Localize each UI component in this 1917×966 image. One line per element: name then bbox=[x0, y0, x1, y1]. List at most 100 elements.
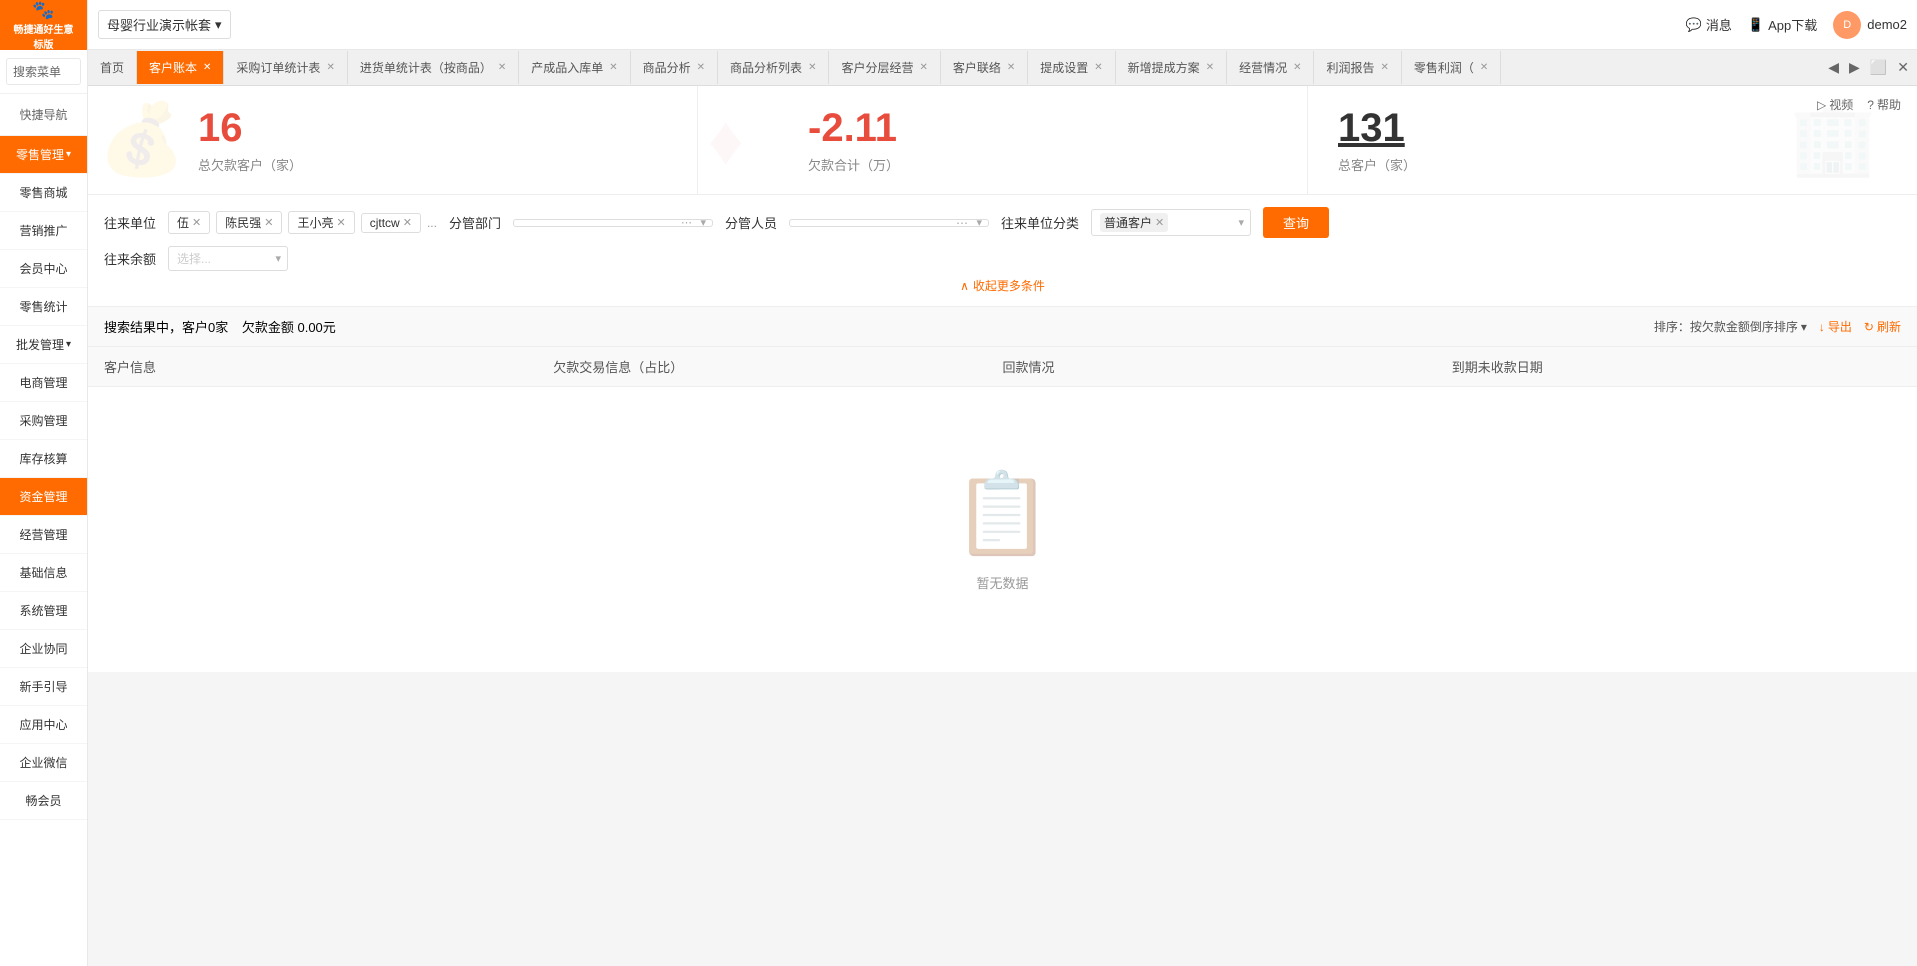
close-icon[interactable]: ✕ bbox=[808, 62, 816, 73]
video-button[interactable]: ▷ 视频 bbox=[1817, 96, 1853, 113]
search-menu-button[interactable]: 搜索菜单 bbox=[6, 58, 81, 85]
col-header-customer: 客户信息 bbox=[104, 357, 553, 376]
sidebar-item-retail-stat[interactable]: 零售统计 bbox=[0, 288, 87, 326]
sidebar-item-wholesale[interactable]: 批发管理 ▾ bbox=[0, 326, 87, 364]
help-button[interactable]: ? 帮助 bbox=[1867, 96, 1901, 113]
sort-button[interactable]: 排序：按欠款金额倒序排序 ▾ bbox=[1654, 318, 1807, 335]
close-icon[interactable]: ✕ bbox=[1381, 62, 1389, 73]
balance-select[interactable]: 选择... ▾ bbox=[168, 246, 288, 271]
category-select[interactable]: 普通客户 ✕ ▾ bbox=[1091, 209, 1251, 236]
logo-title: 畅捷通好生意 bbox=[14, 21, 74, 36]
tab-cost-in[interactable]: 产成品入库单 ✕ bbox=[519, 51, 630, 84]
results-actions: 排序：按欠款金额倒序排序 ▾ ↓ 导出 ↻ 刷新 bbox=[1654, 318, 1901, 335]
tag-close-icon[interactable]: ✕ bbox=[264, 216, 273, 229]
close-icon[interactable]: ✕ bbox=[203, 62, 211, 73]
help-label: 帮助 bbox=[1877, 96, 1901, 113]
dept-select[interactable]: ▾ ⋯ bbox=[513, 219, 713, 227]
close-icon[interactable]: ✕ bbox=[326, 62, 334, 73]
close-icon[interactable]: ✕ bbox=[1094, 62, 1102, 73]
sidebar-search-area[interactable]: 搜索菜单 bbox=[0, 50, 87, 94]
tab-customer-book[interactable]: 客户账本 ✕ bbox=[137, 51, 224, 84]
user-menu[interactable]: D demo2 bbox=[1833, 11, 1907, 39]
quick-nav-area[interactable]: 快捷导航 bbox=[0, 94, 87, 136]
close-icon[interactable]: ✕ bbox=[609, 62, 617, 73]
tab-biz-status[interactable]: 经营情况 ✕ bbox=[1227, 51, 1314, 84]
tab-inbound-stat[interactable]: 进货单统计表（按商品） ✕ bbox=[348, 51, 519, 84]
close-icon[interactable]: ✕ bbox=[498, 62, 506, 73]
tab-purchase-stat[interactable]: 采购订单统计表 ✕ bbox=[224, 51, 347, 84]
tag-label: 王小亮 bbox=[297, 214, 333, 231]
close-icon[interactable]: ✕ bbox=[1293, 62, 1301, 73]
company-selector[interactable]: 母婴行业演示帐套 ▾ bbox=[98, 10, 231, 39]
tab-maximize-button[interactable]: ⬜ bbox=[1866, 57, 1891, 78]
tag-close-icon[interactable]: ✕ bbox=[403, 216, 412, 229]
empty-text: 暂无数据 bbox=[976, 573, 1028, 592]
data-table: 客户信息 欠款交易信息（占比） 回款情况 到期未收款日期 📋 暂无数据 bbox=[88, 347, 1917, 672]
sidebar-item-appcenter[interactable]: 应用中心 bbox=[0, 706, 87, 744]
sidebar-item-ecommerce[interactable]: 电商管理 bbox=[0, 364, 87, 402]
sidebar-item-enterprise[interactable]: 企业协同 bbox=[0, 630, 87, 668]
tab-label: 利润报告 bbox=[1326, 59, 1374, 76]
tab-home[interactable]: 首页 bbox=[88, 51, 137, 84]
person-select[interactable]: ⋯ ▾ bbox=[789, 219, 989, 227]
sidebar-item-inventory[interactable]: 库存核算 bbox=[0, 440, 87, 478]
tag-chen: 陈民强 ✕ bbox=[216, 211, 282, 234]
sidebar-item-wechat[interactable]: 企业微信 bbox=[0, 744, 87, 782]
tab-label: 采购订单统计表 bbox=[236, 59, 320, 76]
collapse-button[interactable]: ∧ 收起更多条件 bbox=[960, 277, 1045, 294]
tag-close-icon[interactable]: ✕ bbox=[337, 216, 346, 229]
sidebar-item-finance[interactable]: 资金管理 bbox=[0, 478, 87, 516]
sidebar-item-member2[interactable]: 畅会员 bbox=[0, 782, 87, 820]
tab-label: 客户账本 bbox=[149, 59, 197, 76]
tag-label: 陈民强 bbox=[225, 214, 261, 231]
tab-new-plan[interactable]: 新增提成方案 ✕ bbox=[1116, 51, 1227, 84]
tab-product-list[interactable]: 商品分析列表 ✕ bbox=[718, 51, 829, 84]
tag-wu: 伍 ✕ bbox=[168, 211, 210, 234]
refresh-label: 刷新 bbox=[1877, 318, 1901, 335]
col-header-date: 到期未收款日期 bbox=[1452, 357, 1901, 376]
sidebar-item-purchase[interactable]: 采购管理 bbox=[0, 402, 87, 440]
tab-next-button[interactable]: ▶ bbox=[1845, 57, 1864, 78]
query-button[interactable]: 查询 bbox=[1263, 207, 1329, 238]
message-button[interactable]: 💬 消息 bbox=[1686, 15, 1732, 34]
expand-icon: ⋯ bbox=[956, 216, 968, 230]
empty-icon: 📋 bbox=[953, 467, 1053, 561]
sidebar-item-shop[interactable]: 零售商城 bbox=[0, 174, 87, 212]
clear-icon[interactable]: ⋯ bbox=[681, 216, 692, 229]
tab-label: 商品分析列表 bbox=[730, 59, 802, 76]
quick-nav-button[interactable]: 快捷导航 bbox=[6, 102, 81, 127]
topbar-right: 💬 消息 📱 App下载 D demo2 bbox=[1686, 11, 1907, 39]
sidebar-item-system[interactable]: 系统管理 bbox=[0, 592, 87, 630]
summary-card-debt: ♦ -2.11 欠款合计（万） bbox=[698, 86, 1308, 194]
close-icon[interactable]: ✕ bbox=[1206, 62, 1214, 73]
sidebar: 🐾 畅捷通好生意 标版 搜索菜单 快捷导航 零售管理 ▾ 零售商城 营销推广 会… bbox=[0, 0, 88, 966]
tab-product-analysis[interactable]: 商品分析 ✕ bbox=[631, 51, 718, 84]
tag-close-icon[interactable]: ✕ bbox=[1155, 216, 1164, 229]
empty-state: 📋 暂无数据 bbox=[88, 387, 1917, 672]
sidebar-item-retail[interactable]: 零售管理 ▾ bbox=[0, 136, 87, 174]
app-download-button[interactable]: 📱 App下载 bbox=[1748, 15, 1817, 34]
category-label: 往来单位分类 bbox=[1001, 213, 1079, 232]
sidebar-item-member[interactable]: 会员中心 bbox=[0, 250, 87, 288]
tab-profit-report[interactable]: 利润报告 ✕ bbox=[1314, 51, 1401, 84]
export-button[interactable]: ↓ 导出 bbox=[1819, 318, 1852, 335]
sidebar-item-operation[interactable]: 经营管理 bbox=[0, 516, 87, 554]
filter-row-2: 往来余额 选择... ▾ bbox=[104, 246, 1901, 271]
sidebar-item-newuser[interactable]: 新手引导 bbox=[0, 668, 87, 706]
tab-customer-connect[interactable]: 客户联络 ✕ bbox=[941, 51, 1028, 84]
close-icon[interactable]: ✕ bbox=[1007, 62, 1015, 73]
sidebar-item-basic[interactable]: 基础信息 bbox=[0, 554, 87, 592]
close-icon[interactable]: ✕ bbox=[919, 62, 927, 73]
tab-prev-button[interactable]: ◀ bbox=[1824, 57, 1843, 78]
tab-customer-tier[interactable]: 客户分层经营 ✕ bbox=[829, 51, 940, 84]
refresh-button[interactable]: ↻ 刷新 bbox=[1864, 318, 1901, 335]
message-label: 消息 bbox=[1706, 15, 1732, 34]
tag-close-icon[interactable]: ✕ bbox=[192, 216, 201, 229]
tab-retail-profit[interactable]: 零售利润（ ✕ bbox=[1402, 51, 1501, 84]
sidebar-item-marketing[interactable]: 营销推广 bbox=[0, 212, 87, 250]
more-tags-button[interactable]: ... bbox=[427, 216, 437, 230]
tab-close-all-button[interactable]: ✕ bbox=[1893, 57, 1913, 78]
tab-commission[interactable]: 提成设置 ✕ bbox=[1028, 51, 1115, 84]
close-icon[interactable]: ✕ bbox=[697, 62, 705, 73]
close-icon[interactable]: ✕ bbox=[1480, 62, 1488, 73]
